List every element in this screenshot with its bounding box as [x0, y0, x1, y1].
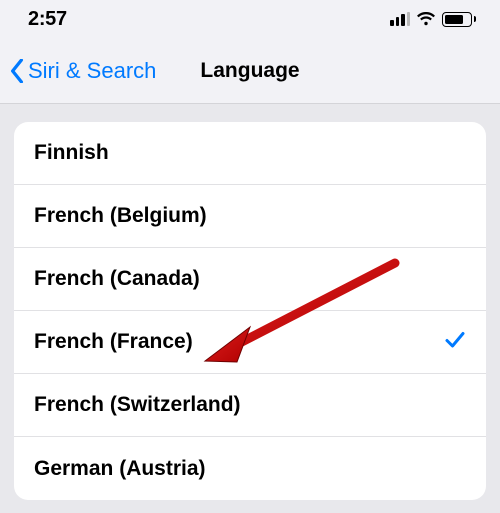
list-item[interactable]: French (Belgium) [14, 185, 486, 248]
navigation-bar: Siri & Search Language [0, 38, 500, 104]
back-button[interactable]: Siri & Search [10, 54, 156, 88]
list-item-label: French (Switzerland) [34, 393, 241, 417]
battery-icon [442, 12, 476, 27]
list-item-label: French (Belgium) [34, 204, 207, 228]
wifi-icon [416, 12, 436, 27]
status-time: 2:57 [28, 8, 67, 31]
language-list: Finnish French (Belgium) French (Canada)… [14, 122, 486, 500]
checkmark-icon [444, 329, 466, 356]
page-title: Language [200, 59, 299, 83]
status-bar: 2:57 [0, 0, 500, 38]
chevron-left-icon [10, 59, 24, 83]
list-item-label: French (France) [34, 330, 193, 354]
cellular-signal-icon [390, 12, 410, 26]
list-item[interactable]: French (Canada) [14, 248, 486, 311]
list-item[interactable]: German (Austria) [14, 437, 486, 500]
list-item[interactable]: French (France) [14, 311, 486, 374]
status-indicators [390, 12, 476, 27]
list-item-label: French (Canada) [34, 267, 200, 291]
list-item[interactable]: French (Switzerland) [14, 374, 486, 437]
list-item-label: German (Austria) [34, 457, 206, 481]
back-button-label: Siri & Search [28, 58, 156, 84]
list-item-label: Finnish [34, 141, 109, 165]
list-item[interactable]: Finnish [14, 122, 486, 185]
